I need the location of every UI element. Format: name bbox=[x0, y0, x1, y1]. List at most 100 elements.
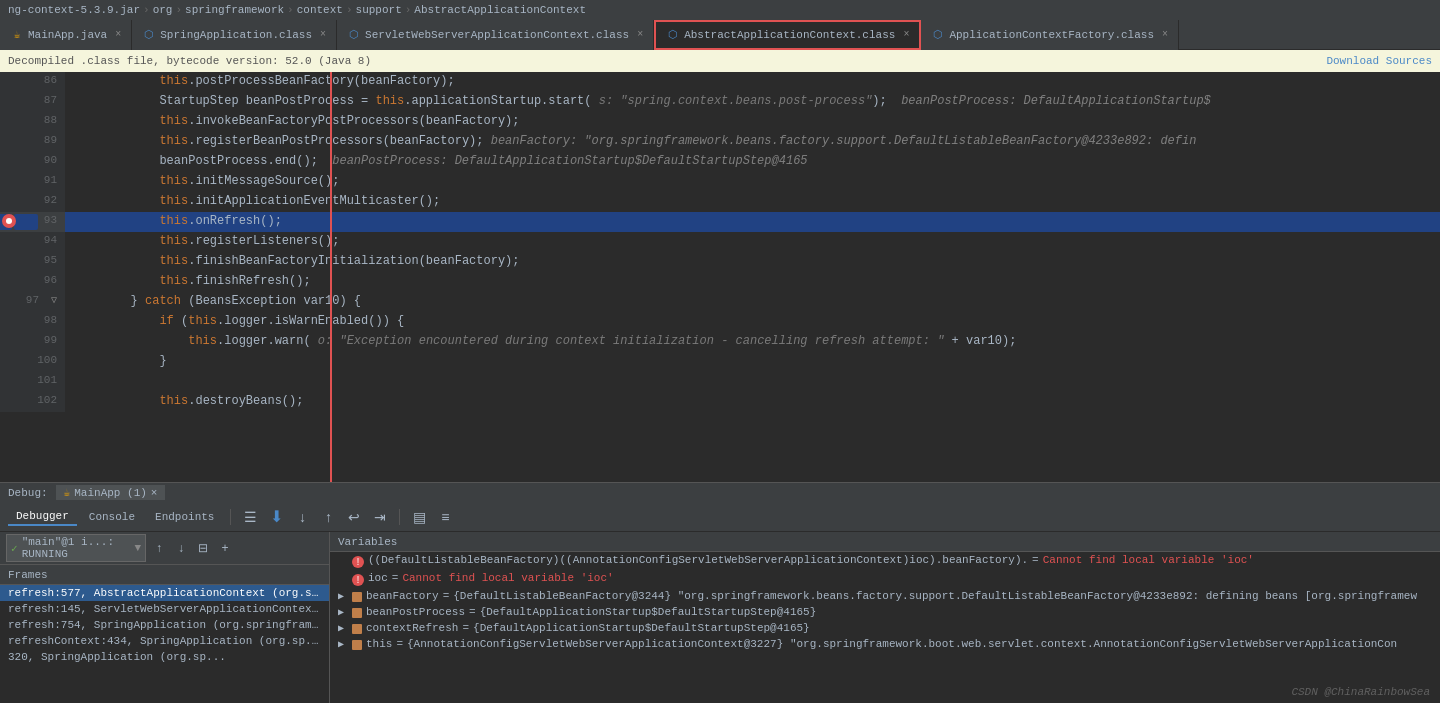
tab-app-ctx-factory-close[interactable]: × bbox=[1162, 29, 1168, 40]
breadcrumb-support: support bbox=[356, 4, 402, 16]
step-out-btn[interactable]: ↑ bbox=[317, 506, 339, 528]
code-line-102: 102 this.destroyBeans(); bbox=[0, 392, 1440, 412]
code-content-102: this.destroyBeans(); bbox=[65, 392, 1440, 412]
step-over-btn[interactable]: ⬇ bbox=[265, 506, 287, 528]
code-content-95: this.finishBeanFactoryInitialization(bea… bbox=[65, 252, 1440, 272]
var-field-icon-5 bbox=[352, 640, 362, 650]
run-to-cursor-btn[interactable]: ↩ bbox=[343, 506, 365, 528]
code-line-97: 97 ▽ } catch (BeansException var10) { bbox=[0, 292, 1440, 312]
code-content-97: } catch (BeansException var10) { bbox=[65, 292, 1440, 312]
tab-servlet-ctx-label: ServletWebServerApplicationContext.class bbox=[365, 29, 629, 41]
var-item-5: ▶ this = {AnnotationConfigServletWebServ… bbox=[330, 636, 1440, 652]
tab-app-ctx-factory-label: ApplicationContextFactory.class bbox=[949, 29, 1154, 41]
breadcrumb: ng-context-5.3.9.jar › org › springframe… bbox=[0, 0, 1440, 20]
tab-app-ctx-factory[interactable]: ⬡ ApplicationContextFactory.class × bbox=[921, 20, 1179, 50]
tab-main-app[interactable]: ☕ MainApp.java × bbox=[0, 20, 132, 50]
gutter-91: 91 bbox=[0, 172, 65, 192]
code-content-100: } bbox=[65, 352, 1440, 372]
var-field-icon-4 bbox=[352, 624, 362, 634]
expand-icon-97: ▽ bbox=[43, 294, 57, 306]
breadcrumb-springframework: springframework bbox=[185, 4, 284, 16]
tab-abstract-ctx-label: AbstractApplicationContext.class bbox=[684, 29, 895, 41]
gutter-99: 99 bbox=[0, 332, 65, 352]
frame-item-3[interactable]: refreshContext:434, SpringApplication (o… bbox=[0, 633, 329, 649]
gutter-87: 87 bbox=[0, 92, 65, 112]
variables-header: Variables bbox=[330, 532, 1440, 552]
info-bar-text: Decompiled .class file, bytecode version… bbox=[8, 55, 371, 67]
code-content-98: if (this.logger.isWarnEnabled()) { bbox=[65, 312, 1440, 332]
tab-main-app-label: MainApp.java bbox=[28, 29, 107, 41]
frame-item-1[interactable]: refresh:145, ServletWebServerApplication… bbox=[0, 601, 329, 617]
toolbar-separator-2 bbox=[399, 509, 400, 525]
code-content-99: this.logger.warn( o: "Exception encounte… bbox=[65, 332, 1440, 352]
code-content-91: this.initMessageSource(); bbox=[65, 172, 1440, 192]
debug-main-app-tab[interactable]: ☕ MainApp (1) × bbox=[56, 485, 166, 500]
code-line-86: 86 this.postProcessBeanFactory(beanFacto… bbox=[0, 72, 1440, 92]
download-sources-link[interactable]: Download Sources bbox=[1326, 55, 1432, 67]
frames-panel: ✓ "main"@1 i...: RUNNING ▼ ↑ ↓ ⊟ + Frame… bbox=[0, 532, 330, 703]
frames-list: refresh:577, AbstractApplicationContext … bbox=[0, 585, 329, 703]
gutter-88: 88 bbox=[0, 112, 65, 132]
var-field-icon-2 bbox=[352, 592, 362, 602]
code-content-90: beanPostProcess.end(); beanPostProcess: … bbox=[65, 152, 1440, 172]
class-icon-1: ⬡ bbox=[142, 28, 156, 42]
code-line-100: 100 } bbox=[0, 352, 1440, 372]
code-line-91: 91 this.initMessageSource(); bbox=[0, 172, 1440, 192]
class-icon-3: ⬡ bbox=[666, 28, 680, 42]
tab-servlet-ctx-close[interactable]: × bbox=[637, 29, 643, 40]
frame-filter-btn[interactable]: ⊟ bbox=[194, 539, 212, 557]
watermark: CSDN @ChinaRainbowSea bbox=[1291, 686, 1430, 698]
tab-spring-app-label: SpringApplication.class bbox=[160, 29, 312, 41]
debug-tab-close[interactable]: × bbox=[151, 487, 158, 499]
code-content-96: this.finishRefresh(); bbox=[65, 272, 1440, 292]
frames-btn[interactable]: ▤ bbox=[408, 506, 430, 528]
code-line-87: 87 StartupStep beanPostProcess = this.ap… bbox=[0, 92, 1440, 112]
gutter-95: 95 bbox=[0, 252, 65, 272]
tab-console[interactable]: Console bbox=[81, 509, 143, 525]
info-bar: Decompiled .class file, bytecode version… bbox=[0, 50, 1440, 72]
thread-selector[interactable]: ✓ "main"@1 i...: RUNNING ▼ bbox=[6, 534, 146, 562]
gutter-98: 98 bbox=[0, 312, 65, 332]
frame-item-2[interactable]: refresh:754, SpringApplication (org.spri… bbox=[0, 617, 329, 633]
class-icon-4: ⬡ bbox=[931, 28, 945, 42]
frame-item-4[interactable]: 320, SpringApplication (org.sp... bbox=[0, 649, 329, 665]
frame-up-btn[interactable]: ↑ bbox=[150, 539, 168, 557]
breadcrumb-context: context bbox=[297, 4, 343, 16]
debugger-toolbar: Debugger Console Endpoints ☰ ⬇ ↓ ↑ ↩ ⇥ ▤… bbox=[0, 502, 1440, 532]
frame-item-0[interactable]: refresh:577, AbstractApplicationContext … bbox=[0, 585, 329, 601]
code-content-92: this.initApplicationEventMulticaster(); bbox=[65, 192, 1440, 212]
tab-spring-app[interactable]: ⬡ SpringApplication.class × bbox=[132, 20, 337, 50]
tab-servlet-ctx[interactable]: ⬡ ServletWebServerApplicationContext.cla… bbox=[337, 20, 654, 50]
threads-btn[interactable]: ≡ bbox=[434, 506, 456, 528]
gutter-102: 102 bbox=[0, 392, 65, 412]
frame-down-btn[interactable]: ↓ bbox=[172, 539, 190, 557]
tab-endpoints[interactable]: Endpoints bbox=[147, 509, 222, 525]
code-line-96: 96 this.finishRefresh(); bbox=[0, 272, 1440, 292]
code-content-94: this.registerListeners(); bbox=[65, 232, 1440, 252]
code-line-101: 101 bbox=[0, 372, 1440, 392]
var-error-icon-0: ! bbox=[352, 556, 364, 568]
evaluate-btn[interactable]: ⇥ bbox=[369, 506, 391, 528]
code-line-90: 90 beanPostProcess.end(); beanPostProces… bbox=[0, 152, 1440, 172]
settings-btn[interactable]: ☰ bbox=[239, 506, 261, 528]
tab-abstract-ctx-close[interactable]: × bbox=[903, 29, 909, 40]
code-line-89: 89 this.registerBeanPostProcessors(beanF… bbox=[0, 132, 1440, 152]
tab-main-app-close[interactable]: × bbox=[115, 29, 121, 40]
debug-breakpoint bbox=[2, 214, 16, 228]
add-frame-btn[interactable]: + bbox=[216, 539, 234, 557]
var-field-icon-3 bbox=[352, 608, 362, 618]
tab-spring-app-close[interactable]: × bbox=[320, 29, 326, 40]
code-line-99: 99 this.logger.warn( o: "Exception encou… bbox=[0, 332, 1440, 352]
gutter-89: 89 bbox=[0, 132, 65, 152]
gutter-94: 94 bbox=[0, 232, 65, 252]
var-item-0: ! ((DefaultListableBeanFactory)((Annotat… bbox=[330, 552, 1440, 570]
code-content-89: this.registerBeanPostProcessors(beanFact… bbox=[65, 132, 1440, 152]
bottom-panels: ✓ "main"@1 i...: RUNNING ▼ ↑ ↓ ⊟ + Frame… bbox=[0, 532, 1440, 703]
code-line-88: 88 this.invokeBeanFactoryPostProcessors(… bbox=[0, 112, 1440, 132]
tab-abstract-ctx[interactable]: ⬡ AbstractApplicationContext.class × bbox=[654, 20, 921, 50]
tab-debugger[interactable]: Debugger bbox=[8, 508, 77, 526]
step-into-btn[interactable]: ↓ bbox=[291, 506, 313, 528]
frames-header: Frames bbox=[0, 565, 329, 585]
var-item-4: ▶ contextRefresh = {DefaultApplicationSt… bbox=[330, 620, 1440, 636]
editor-tabs: ☕ MainApp.java × ⬡ SpringApplication.cla… bbox=[0, 20, 1440, 50]
